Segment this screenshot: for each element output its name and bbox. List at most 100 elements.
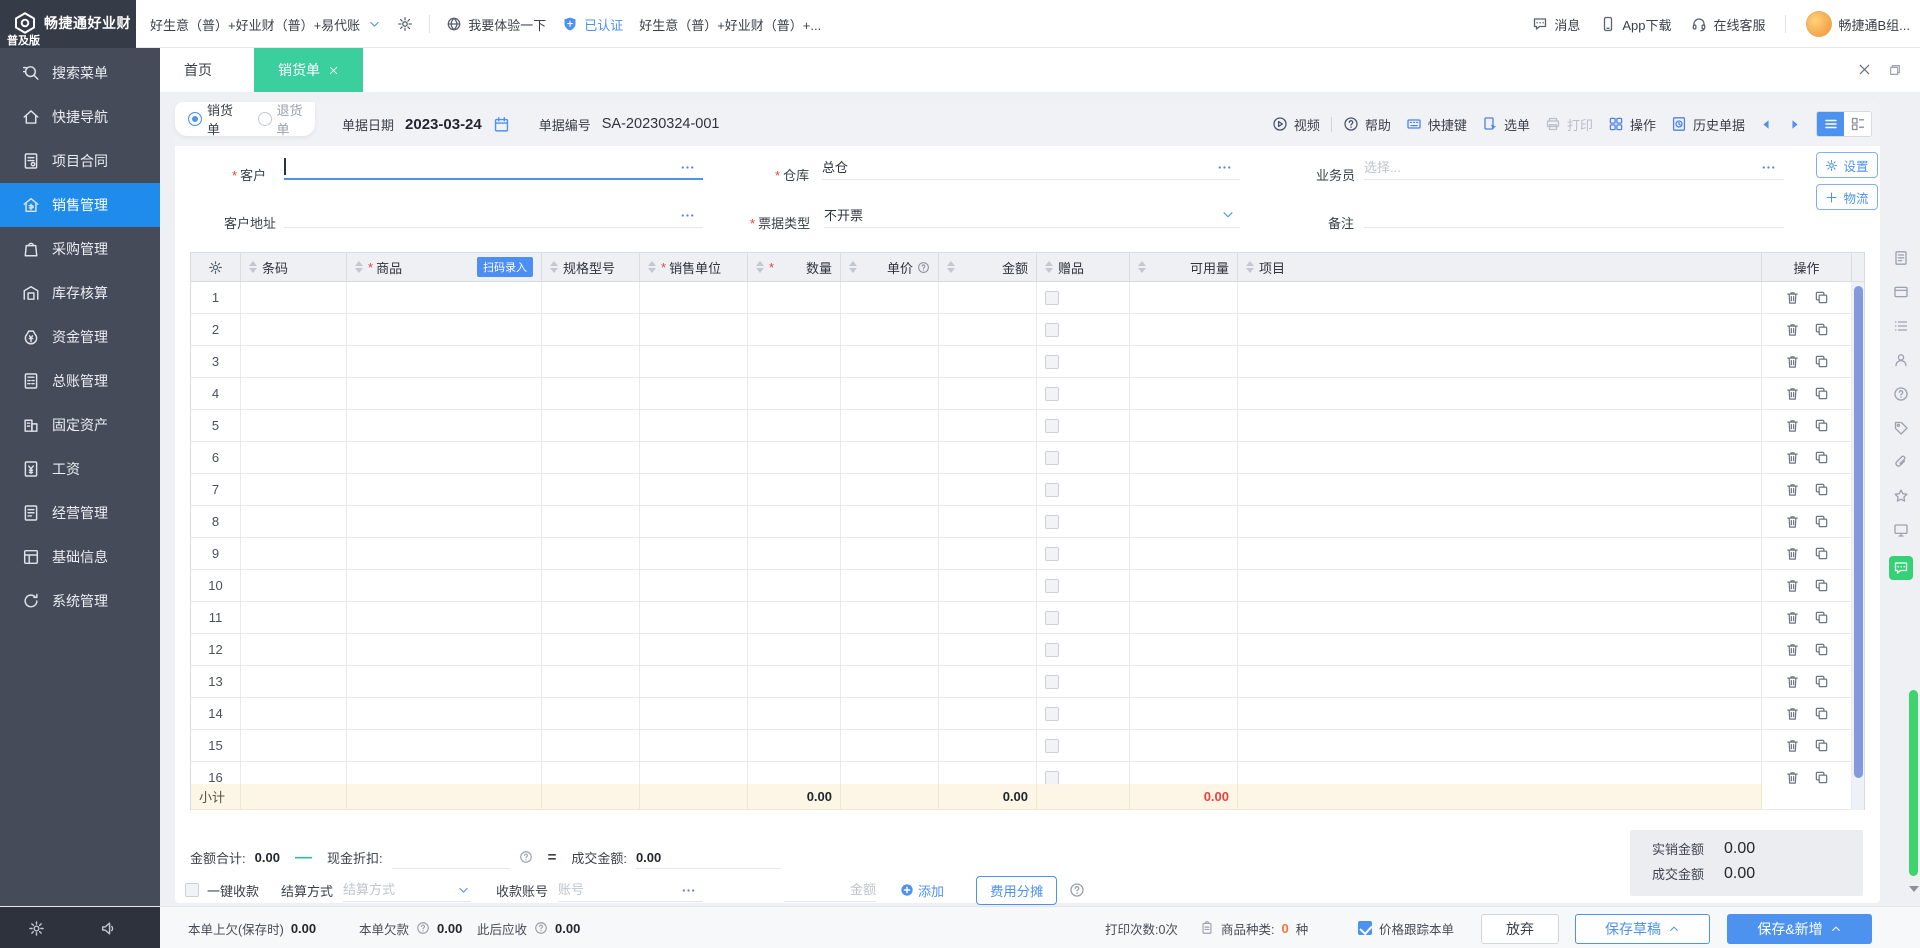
cell-unit[interactable] [640, 698, 748, 730]
delete-row-icon[interactable] [1785, 514, 1800, 529]
delete-row-icon[interactable] [1785, 706, 1800, 721]
list-icon[interactable] [1893, 318, 1909, 334]
cell-available[interactable] [1130, 570, 1238, 602]
sort-icon[interactable] [849, 261, 857, 273]
cell-unit[interactable] [640, 570, 748, 602]
cell-product[interactable] [347, 602, 542, 634]
abandon-button[interactable]: 放弃 [1481, 914, 1559, 944]
cell-amount[interactable] [939, 442, 1037, 474]
page-scrollbar-track[interactable] [1909, 92, 1919, 906]
column-header-price[interactable]: 单价 [841, 253, 939, 282]
delete-row-icon[interactable] [1785, 770, 1800, 784]
gift-checkbox[interactable] [1045, 290, 1059, 305]
cell-project[interactable] [1238, 410, 1762, 442]
coupon-icon[interactable] [1893, 420, 1909, 436]
toolbar-help[interactable]: 帮助 [1343, 115, 1391, 134]
cell-available[interactable] [1130, 410, 1238, 442]
cell-barcode[interactable] [241, 602, 347, 634]
cell-qty[interactable] [748, 474, 841, 506]
cell-project[interactable] [1238, 634, 1762, 666]
customer-icon[interactable] [1893, 352, 1909, 368]
next-record-icon[interactable] [1788, 118, 1801, 131]
cell-amount[interactable] [939, 282, 1037, 314]
cell-amount[interactable] [939, 346, 1037, 378]
cell-qty[interactable] [748, 602, 841, 634]
view-toggle-detail-icon[interactable] [1844, 112, 1871, 136]
cell-barcode[interactable] [241, 762, 347, 784]
cell-spec[interactable] [542, 762, 640, 784]
cell-spec[interactable] [542, 346, 640, 378]
page-scrollbar-thumb[interactable] [1909, 690, 1918, 876]
salesman-input[interactable]: 选择... [1364, 154, 1784, 180]
cell-spec[interactable] [542, 314, 640, 346]
cell-unit[interactable] [640, 314, 748, 346]
toolbar-history[interactable]: 历史单据 [1671, 115, 1745, 134]
copy-row-icon[interactable] [1814, 706, 1829, 721]
warehouse-more-icon[interactable] [1217, 160, 1232, 175]
cell-price[interactable] [841, 314, 939, 346]
cell-gift[interactable] [1037, 698, 1130, 730]
gift-checkbox[interactable] [1045, 706, 1059, 721]
attachment-icon[interactable] [1893, 454, 1909, 470]
cell-amount[interactable] [939, 634, 1037, 666]
gift-checkbox[interactable] [1045, 482, 1059, 497]
cell-product[interactable] [347, 442, 542, 474]
column-header-amount[interactable]: 金额 [939, 253, 1037, 282]
delete-row-icon[interactable] [1785, 354, 1800, 369]
column-header-barcode[interactable]: 条码 [241, 253, 347, 282]
cell-qty[interactable] [748, 282, 841, 314]
copy-row-icon[interactable] [1814, 610, 1829, 625]
cell-gift[interactable] [1037, 346, 1130, 378]
deal-amount-input[interactable]: 0.00 [635, 845, 781, 869]
cell-gift[interactable] [1037, 762, 1130, 784]
cell-unit[interactable] [640, 666, 748, 698]
cell-price[interactable] [841, 442, 939, 474]
radio-sales-order[interactable]: 销货单 [188, 100, 246, 138]
cell-spec[interactable] [542, 538, 640, 570]
cell-available[interactable] [1130, 474, 1238, 506]
cell-amount[interactable] [939, 730, 1037, 762]
cell-available[interactable] [1130, 506, 1238, 538]
certified-badge[interactable]: 已认证 [562, 15, 623, 34]
delete-row-icon[interactable] [1785, 482, 1800, 497]
cell-unit[interactable] [640, 410, 748, 442]
view-toggle-list-icon[interactable] [1817, 112, 1844, 136]
cell-product[interactable] [347, 538, 542, 570]
cell-unit[interactable] [640, 346, 748, 378]
cell-spec[interactable] [542, 282, 640, 314]
cell-available[interactable] [1130, 346, 1238, 378]
cell-amount[interactable] [939, 762, 1037, 784]
cell-unit[interactable] [640, 634, 748, 666]
cell-qty[interactable] [748, 570, 841, 602]
sort-icon[interactable] [1138, 261, 1146, 273]
help-icon[interactable] [1069, 882, 1085, 898]
delete-row-icon[interactable] [1785, 642, 1800, 657]
sort-icon[interactable] [249, 261, 257, 273]
copy-row-icon[interactable] [1814, 386, 1829, 401]
cell-barcode[interactable] [241, 442, 347, 474]
cell-unit[interactable] [640, 506, 748, 538]
prev-record-icon[interactable] [1760, 118, 1773, 131]
cell-qty[interactable] [748, 538, 841, 570]
delete-row-icon[interactable] [1785, 610, 1800, 625]
account-more-icon[interactable] [681, 883, 696, 898]
cell-project[interactable] [1238, 346, 1762, 378]
screen-icon[interactable] [1893, 522, 1909, 538]
cell-qty[interactable] [748, 698, 841, 730]
cell-available[interactable] [1130, 282, 1238, 314]
delete-row-icon[interactable] [1785, 386, 1800, 401]
cell-product[interactable] [347, 474, 542, 506]
cell-price[interactable] [841, 346, 939, 378]
cell-price[interactable] [841, 570, 939, 602]
favorite-icon[interactable] [1893, 488, 1909, 504]
settle-method-select[interactable]: 结算方式 [343, 878, 472, 902]
cell-price[interactable] [841, 378, 939, 410]
cell-available[interactable] [1130, 634, 1238, 666]
cell-project[interactable] [1238, 506, 1762, 538]
topbar-online-service[interactable]: 在线客服 [1691, 15, 1765, 34]
sidebar-item-quick-nav[interactable]: 快捷导航 [0, 95, 160, 139]
user-menu[interactable]: 畅捷通B组... [1806, 11, 1910, 37]
cell-project[interactable] [1238, 730, 1762, 762]
cell-amount[interactable] [939, 698, 1037, 730]
cell-unit[interactable] [640, 282, 748, 314]
